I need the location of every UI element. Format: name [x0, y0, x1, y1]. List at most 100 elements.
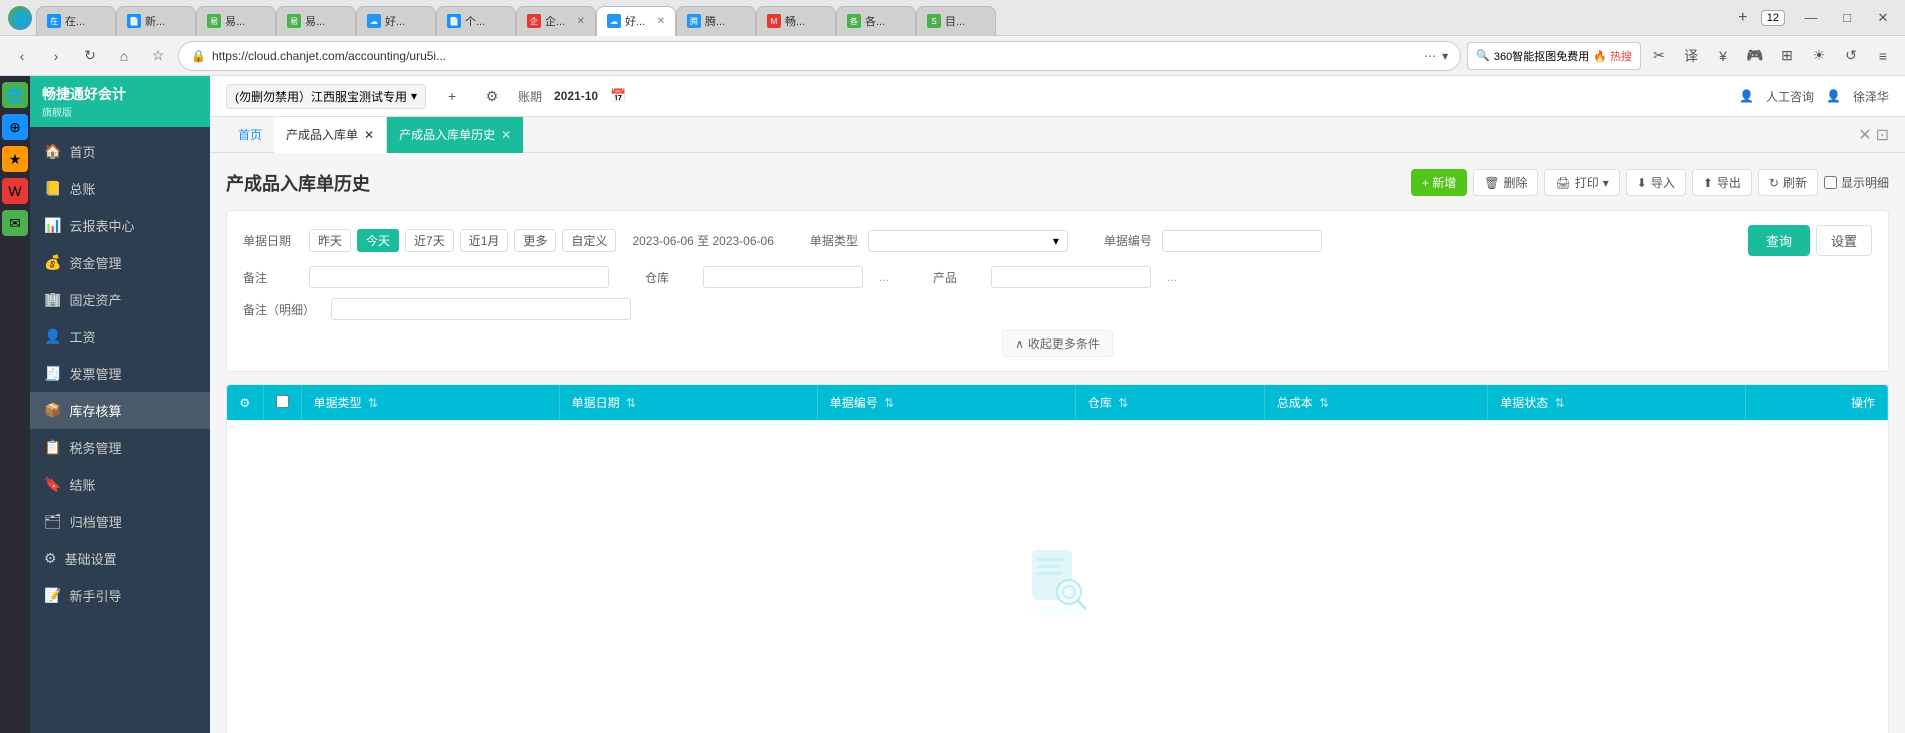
search-button[interactable]: 查询 [1748, 225, 1810, 256]
forward-button[interactable]: › [42, 42, 70, 70]
breadcrumb-list-close[interactable]: ✕ [364, 128, 374, 142]
warehouse-filter-label: 仓库 [645, 269, 695, 286]
browser-tab-11[interactable]: 各 各... [836, 6, 916, 36]
nav-item-salary-label: 工资 [69, 327, 95, 346]
th-checkbox[interactable] [263, 385, 301, 420]
browser-tab-4[interactable]: 易 易... [276, 6, 356, 36]
new-tab-button[interactable]: + [1729, 4, 1757, 32]
search-bar[interactable]: 🔍 360智能抠图免费用 🔥 热搜 [1467, 42, 1641, 70]
thin-app-2[interactable]: ⊕ [2, 114, 28, 140]
browser-tab-6[interactable]: 📄 个... [436, 6, 516, 36]
date-btn-today[interactable]: 今天 [357, 229, 399, 252]
th-gear[interactable]: ⚙ [227, 385, 263, 420]
date-btn-7days[interactable]: 近7天 [405, 229, 454, 252]
thin-app-3[interactable]: ★ [2, 146, 28, 172]
nav-item-assets[interactable]: 🏢 固定资产 [30, 281, 210, 318]
product-filter-input[interactable] [991, 266, 1151, 288]
nav-item-tax[interactable]: 📋 税务管理 [30, 429, 210, 466]
sync-tool[interactable]: ↺ [1837, 42, 1865, 70]
tab-label-1: 在... [65, 13, 85, 29]
close-button[interactable]: ✕ [1869, 4, 1897, 32]
add-company-button[interactable]: + [438, 82, 466, 110]
nav-item-ledger[interactable]: 📒 总账 [30, 170, 210, 207]
nav-item-closing[interactable]: 🔖 结账 [30, 466, 210, 503]
nav-item-guide[interactable]: 📝 新手引导 [30, 577, 210, 614]
company-selector[interactable]: (勿删勿禁用）江西服宝测试专用 ▾ [226, 84, 426, 109]
thin-app-browser[interactable]: 🌐 [2, 82, 28, 108]
date-btn-1month[interactable]: 近1月 [460, 229, 509, 252]
nav-item-inventory[interactable]: 📦 库存核算 [30, 392, 210, 429]
panel-expand-icon[interactable]: ⊡ [1876, 125, 1889, 145]
settings-button[interactable]: ⚙ [478, 82, 506, 110]
detail-remark-input[interactable] [331, 298, 631, 320]
tab-close-7[interactable]: ✕ [577, 16, 585, 27]
thin-app-mail[interactable]: ✉ [2, 210, 28, 236]
grid-tool[interactable]: ⊞ [1773, 42, 1801, 70]
warehouse-more[interactable]: ... [871, 270, 897, 284]
dropdown-icon[interactable]: ▾ [1442, 49, 1448, 63]
warehouse-filter-input[interactable] [703, 266, 863, 288]
panel-close-icon[interactable]: ✕ [1858, 125, 1871, 145]
bookmark-button[interactable]: ☆ [144, 42, 172, 70]
remark-filter-input[interactable] [309, 266, 609, 288]
minimize-button[interactable]: — [1797, 4, 1825, 32]
th-number[interactable]: 单据编号 ⇅ [817, 385, 1075, 420]
breadcrumb-history-close[interactable]: ✕ [501, 128, 511, 142]
url-bar[interactable]: 🔒 https://cloud.chanjet.com/accounting/u… [178, 41, 1461, 71]
delete-button[interactable]: 🗑 删除 [1473, 169, 1538, 196]
date-btn-yesterday[interactable]: 昨天 [309, 229, 351, 252]
date-btn-more[interactable]: 更多 [514, 229, 556, 252]
breadcrumb-tab-history[interactable]: 产成品入库单历史 ✕ [387, 117, 523, 153]
nav-item-reports[interactable]: 📊 云报表中心 [30, 207, 210, 244]
tab-close-8[interactable]: ✕ [657, 16, 665, 27]
browser-tab-9[interactable]: 腾 腾... [676, 6, 756, 36]
select-all-checkbox[interactable] [276, 395, 289, 408]
type-select[interactable]: ▾ [868, 230, 1068, 252]
th-date[interactable]: 单据日期 ⇅ [559, 385, 817, 420]
browser-tab-3[interactable]: 易 易... [196, 6, 276, 36]
number-filter-input[interactable] [1162, 230, 1322, 252]
nav-item-settings[interactable]: ⚙ 基础设置 [30, 540, 210, 577]
browser-tab-5[interactable]: ☁ 好... [356, 6, 436, 36]
nav-item-invoice[interactable]: 🧾 发票管理 [30, 355, 210, 392]
import-button[interactable]: ⬇ 导入 [1626, 169, 1686, 196]
th-status[interactable]: 单据状态 ⇅ [1488, 385, 1746, 420]
nav-item-home[interactable]: 🏠 首页 [30, 133, 210, 170]
calendar-icon[interactable]: 📅 [610, 88, 626, 104]
th-type[interactable]: 单据类型 ⇅ [301, 385, 559, 420]
thin-app-weibo[interactable]: W [2, 178, 28, 204]
nav-item-salary[interactable]: 👤 工资 [30, 318, 210, 355]
theme-tool[interactable]: ☀ [1805, 42, 1833, 70]
show-detail-toggle[interactable]: 显示明细 [1824, 174, 1889, 191]
product-more[interactable]: ... [1159, 270, 1185, 284]
browser-tab-1[interactable]: 在 在... [36, 6, 116, 36]
breadcrumb-tab-list[interactable]: 产成品入库单 ✕ [274, 117, 387, 153]
browser-tab-2[interactable]: 📄 新... [116, 6, 196, 36]
browser-tab-12[interactable]: S 目... [916, 6, 996, 36]
new-button[interactable]: + 新增 [1411, 169, 1467, 196]
browser-tab-8[interactable]: ☁ 好... ✕ [596, 6, 676, 36]
more-tool[interactable]: ≡ [1869, 42, 1897, 70]
nav-item-archive[interactable]: 🗂 归档管理 [30, 503, 210, 540]
print-button[interactable]: 🖨 打印 ▾ [1544, 169, 1619, 196]
home-button[interactable]: ⌂ [110, 42, 138, 70]
breadcrumb-home[interactable]: 首页 [226, 117, 274, 153]
th-warehouse[interactable]: 仓库 ⇅ [1075, 385, 1264, 420]
export-button[interactable]: ⬆ 导出 [1692, 169, 1752, 196]
show-detail-checkbox[interactable] [1824, 176, 1837, 189]
th-total-cost[interactable]: 总成本 ⇅ [1264, 385, 1488, 420]
maximize-button[interactable]: □ [1833, 4, 1861, 32]
setting-button[interactable]: 设置 [1816, 225, 1872, 256]
translate-tool[interactable]: 译 [1677, 42, 1705, 70]
date-btn-custom[interactable]: 自定义 [562, 229, 616, 252]
browser-tab-10[interactable]: M 畅... [756, 6, 836, 36]
refresh-button[interactable]: ↻ [76, 42, 104, 70]
nav-item-funds[interactable]: 💰 资金管理 [30, 244, 210, 281]
collapse-button[interactable]: ∧ 收起更多条件 [1002, 330, 1113, 357]
browser-tab-7[interactable]: 企 企... ✕ [516, 6, 596, 36]
back-button[interactable]: ‹ [8, 42, 36, 70]
cut-tool[interactable]: ✂ [1645, 42, 1673, 70]
currency-tool[interactable]: ¥ [1709, 42, 1737, 70]
refresh-button[interactable]: ↻ 刷新 [1758, 169, 1818, 196]
game-tool[interactable]: 🎮 [1741, 42, 1769, 70]
